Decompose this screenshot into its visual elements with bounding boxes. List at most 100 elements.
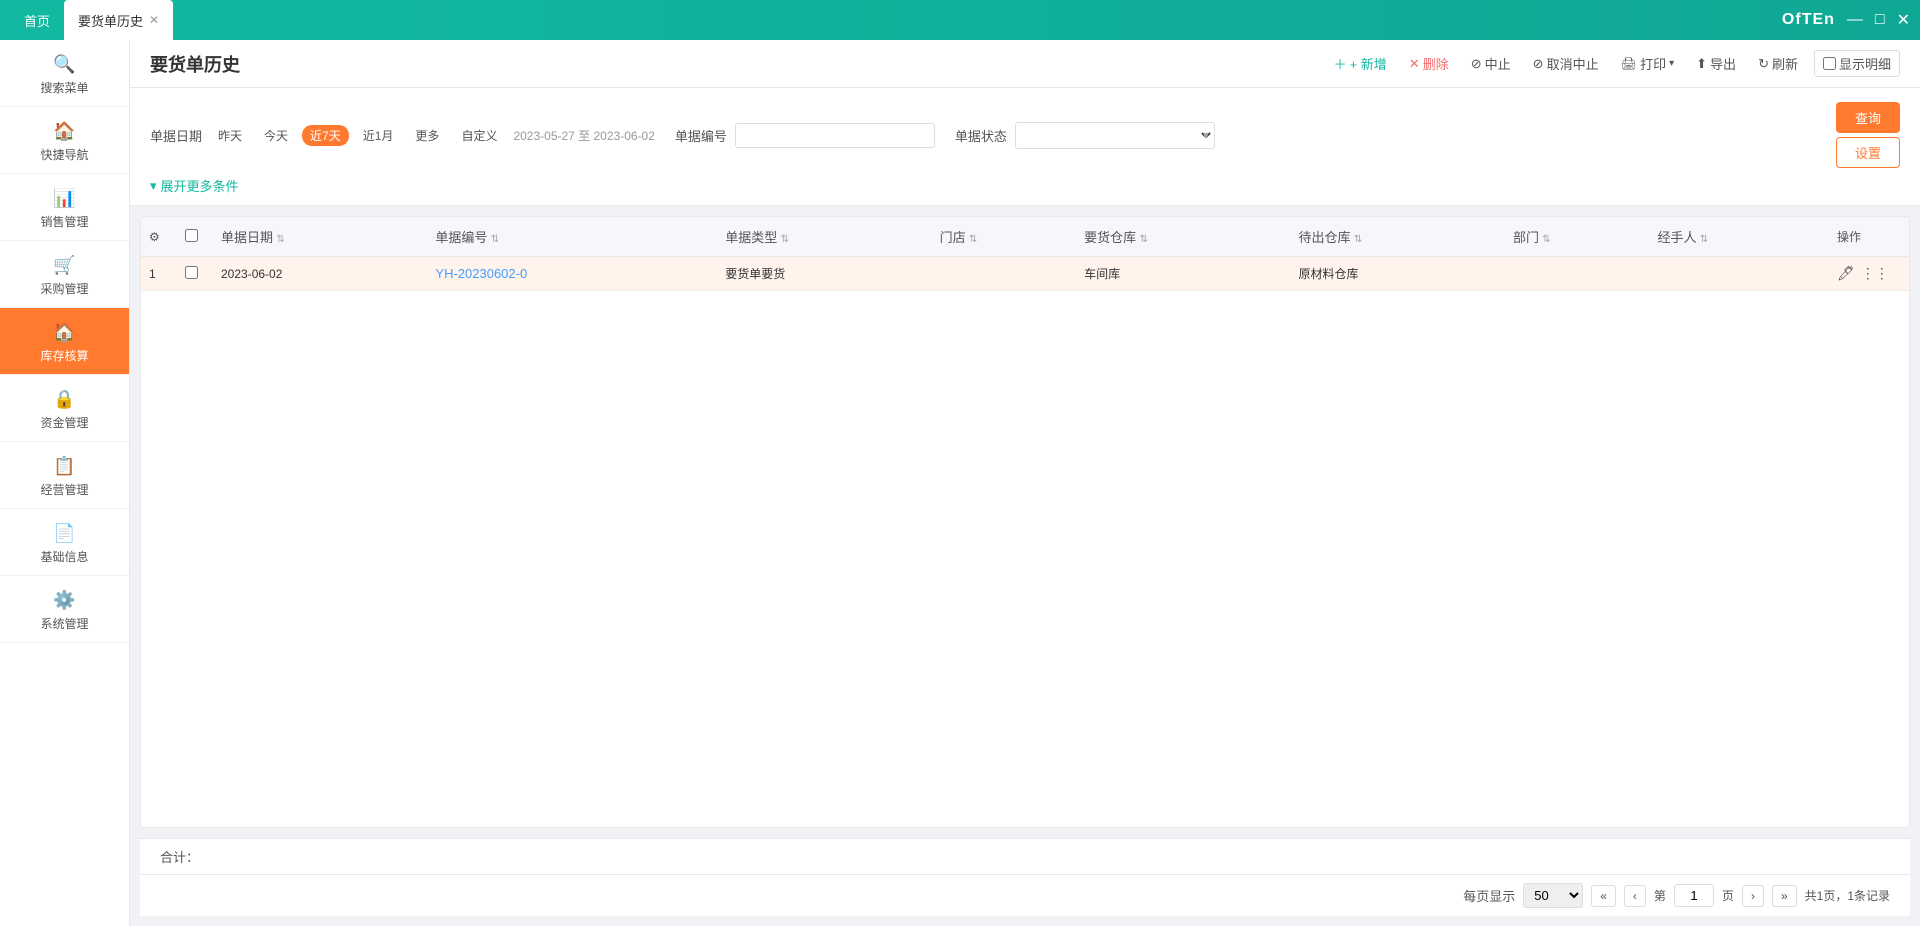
stop-button[interactable]: ⊘ 中止 [1465,50,1517,77]
inventory-icon: 🏠 [53,322,75,343]
sidebar-sales-label: 销售管理 [40,213,88,230]
date-chip-custom[interactable]: 自定义 [453,125,505,146]
tab-home[interactable]: 首页 [10,0,64,40]
sidebar-item-sales[interactable]: 📊 销售管理 [0,174,129,241]
td-handler [1649,257,1829,291]
pagination-area: 每页显示 20 50 100 « ‹ 第 页 › » 共1页，1条记录 [140,874,1910,916]
first-page-button[interactable]: « [1591,885,1616,907]
display-cell-checkbox[interactable] [1823,57,1836,70]
sidebar-search-menu-label: 搜索菜单 [40,79,88,96]
sort-doc-date-icon: ⇅ [276,234,284,245]
settings-button[interactable]: 设置 [1836,137,1900,168]
sidebar-item-inventory[interactable]: 🏠 库存核算 [0,308,129,375]
export-label: 导出 [1710,54,1736,73]
sales-icon: 📊 [53,188,75,209]
refresh-button[interactable]: ↻ 刷新 [1752,50,1804,77]
th-doc-no[interactable]: 单据编号 ⇅ [427,217,717,257]
last-page-button[interactable]: » [1772,885,1797,907]
maximize-icon[interactable]: □ [1875,11,1885,29]
sidebar: 🔍 搜索菜单 🏠 快捷导航 📊 销售管理 🛒 采购管理 🏠 库存核算 🔒 资金管… [0,40,130,926]
docno-input[interactable] [735,123,935,148]
new-button[interactable]: ＋ + 新增 [1328,50,1393,77]
cancel-stop-icon: ⊘ [1533,56,1544,72]
sort-pending-wh-icon: ⇅ [1354,234,1362,245]
print-label: 打印 [1640,54,1666,73]
display-cell-button[interactable]: 显示明细 [1814,50,1900,77]
prev-page-button[interactable]: ‹ [1624,885,1646,907]
sidebar-item-quick-nav[interactable]: 🏠 快捷导航 [0,107,129,174]
export-icon: ⬆ [1696,56,1707,72]
new-icon: ＋ [1334,54,1347,73]
sidebar-item-purchase[interactable]: 🛒 采购管理 [0,241,129,308]
data-table: ⚙ 单据日期 ⇅ 单据编号 ⇅ 单据类型 [141,217,1909,291]
th-checkbox [177,217,213,257]
cancel-stop-label: 取消中止 [1547,54,1599,73]
page-size-select[interactable]: 20 50 100 [1523,883,1583,908]
purchase-icon: 🛒 [53,255,75,276]
sidebar-item-operations[interactable]: 📋 经营管理 [0,442,129,509]
expand-more-button[interactable]: ▾ 展开更多条件 [150,176,1900,195]
td-pending-warehouse: 原材料仓库 [1291,257,1505,291]
docno-label: 单据编号 [675,126,727,145]
main-layout: 🔍 搜索菜单 🏠 快捷导航 📊 销售管理 🛒 采购管理 🏠 库存核算 🔒 资金管… [0,40,1920,926]
td-checkbox [177,257,213,291]
minimize-icon[interactable]: — [1847,11,1863,29]
sort-doc-no-icon: ⇅ [491,234,499,245]
docno-filter-group: 单据编号 [675,123,935,148]
sidebar-item-basic-info[interactable]: 📄 基础信息 [0,509,129,576]
th-doc-type[interactable]: 单据类型 ⇅ [717,217,931,257]
sidebar-item-finance[interactable]: 🔒 资金管理 [0,375,129,442]
row-checkbox[interactable] [185,266,198,279]
td-doc-type: 要货单要货 [717,257,931,291]
sidebar-system-label: 系统管理 [40,615,88,632]
footer-bar: 合计： [140,838,1910,874]
th-store[interactable]: 门店 ⇅ [932,217,1077,257]
table-row: 1 2023-06-02 YH-20230602-0 要货单要货 车间库 原材料… [141,257,1909,291]
th-pending-warehouse[interactable]: 待出仓库 ⇅ [1291,217,1505,257]
date-chip-yesterday[interactable]: 昨天 [210,125,250,146]
sidebar-item-search-menu[interactable]: 🔍 搜索菜单 [0,40,129,107]
query-button[interactable]: 查询 [1836,102,1900,133]
date-chip-more[interactable]: 更多 [407,125,447,146]
export-button[interactable]: ⬆ 导出 [1690,50,1742,77]
date-chip-1month[interactable]: 近1月 [355,125,402,146]
print-button[interactable]: 🖨 打印 ▾ [1615,50,1681,77]
date-range-value: 2023-05-27 至 2023-06-02 [513,127,654,144]
th-settings[interactable]: ⚙ [141,217,177,257]
edit-icon[interactable]: 🖊 [1837,265,1855,282]
filter-area: 单据日期 昨天 今天 近7天 近1月 更多 自定义 2023-05-27 至 2… [130,88,1920,206]
th-doc-date[interactable]: 单据日期 ⇅ [213,217,427,257]
next-page-button[interactable]: › [1742,885,1764,907]
th-department[interactable]: 部门 ⇅ [1505,217,1650,257]
new-label: + 新增 [1350,54,1387,73]
expand-more-label: 展开更多条件 [161,176,239,195]
sort-doc-type-icon: ⇅ [781,234,789,245]
status-select[interactable] [1015,122,1215,149]
stop-icon: ⊘ [1471,56,1482,72]
date-chip-7days[interactable]: 近7天 [302,125,349,146]
th-ops: 操作 [1829,217,1909,257]
content-area: 要货单历史 ＋ + 新增 ✕ 删除 ⊘ 中止 ⊘ 取消中止 [130,40,1920,926]
doc-no-link[interactable]: YH-20230602-0 [435,266,527,281]
print-dropdown-icon: ▾ [1669,58,1674,69]
expand-more-icon: ▾ [150,178,157,194]
page-number-input[interactable] [1674,884,1714,907]
th-req-warehouse[interactable]: 要货仓库 ⇅ [1076,217,1290,257]
page-header: 要货单历史 ＋ + 新增 ✕ 删除 ⊘ 中止 ⊘ 取消中止 [130,40,1920,88]
date-chip-today[interactable]: 今天 [256,125,296,146]
tab-requisition-history[interactable]: 要货单历史 ✕ [64,0,173,40]
close-tab-icon[interactable]: ✕ [149,13,159,27]
sidebar-item-system[interactable]: ⚙️ 系统管理 [0,576,129,643]
quick-nav-icon: 🏠 [53,121,75,142]
delete-button[interactable]: ✕ 删除 [1403,50,1455,77]
td-num: 1 [141,257,177,291]
sort-handler-icon: ⇅ [1700,234,1708,245]
window-close-icon[interactable]: ✕ [1897,10,1910,30]
sort-store-icon: ⇅ [969,234,977,245]
more-ops-icon[interactable]: ⋮⋮ [1861,265,1889,282]
cancel-stop-button[interactable]: ⊘ 取消中止 [1527,50,1605,77]
select-all-checkbox[interactable] [185,229,198,242]
page-label-first: 第 [1654,887,1666,904]
page-size-label: 每页显示 [1463,886,1515,905]
th-handler[interactable]: 经手人 ⇅ [1649,217,1829,257]
